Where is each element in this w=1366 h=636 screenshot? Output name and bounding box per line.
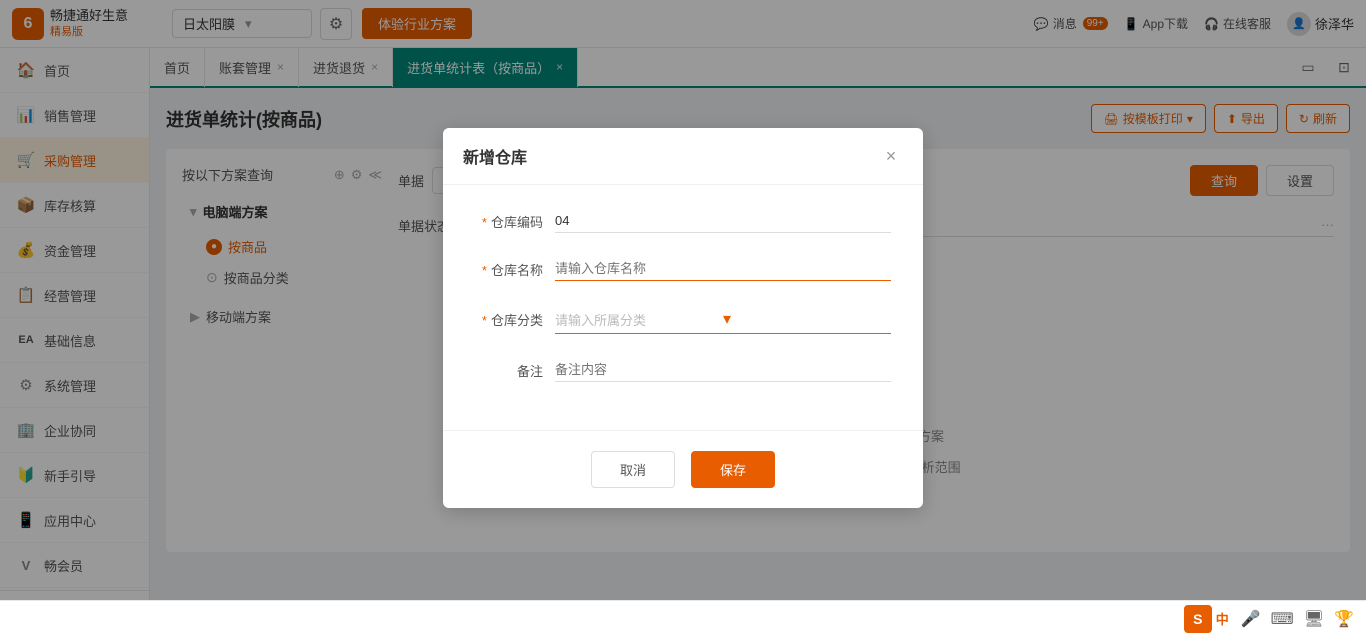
category-label: *仓库分类 [475,310,555,329]
add-warehouse-modal: 新增仓库 × *仓库编码 *仓库名称 *仓库分类 [443,128,923,508]
modal-body: *仓库编码 *仓库名称 *仓库分类 请输入所属分类 ▾ [443,185,923,430]
name-label: *仓库名称 [475,260,555,279]
code-label: *仓库编码 [475,212,555,231]
form-row-category: *仓库分类 请输入所属分类 ▾ [475,305,891,334]
modal-footer: 取消 保存 [443,430,923,508]
modal-header: 新增仓库 × [443,128,923,185]
cancel-btn[interactable]: 取消 [591,451,675,488]
bottom-icons: 🎤 ⌨ 🖥 🏆 [1241,609,1354,629]
mic-icon[interactable]: 🎤 [1241,609,1261,629]
warehouse-note-input[interactable] [555,358,891,382]
trophy-icon[interactable]: 🏆 [1334,609,1354,629]
form-row-code: *仓库编码 [475,209,891,233]
modal-close-btn[interactable]: × [879,144,903,168]
save-btn[interactable]: 保存 [691,451,775,488]
category-dropdown-arrow: ▾ [723,309,891,329]
category-select[interactable]: 请输入所属分类 ▾ [555,305,891,334]
s-brand-icon: S [1184,605,1212,633]
warehouse-name-input[interactable] [555,257,891,281]
keyboard-icon[interactable]: ⌨ [1271,609,1294,629]
brand-label: 中 [1216,609,1229,628]
required-star-cat: * [482,313,487,328]
required-star-name: * [482,263,487,278]
bottom-bar: S 中 🎤 ⌨ 🖥 🏆 [0,600,1366,636]
modal-overlay: 新增仓库 × *仓库编码 *仓库名称 *仓库分类 [0,0,1366,636]
form-row-name: *仓库名称 [475,257,891,281]
modal-title: 新增仓库 [463,144,879,168]
warehouse-code-input[interactable] [555,209,891,233]
display-icon[interactable]: 🖥 [1304,609,1324,629]
bottom-logo: S 中 [1184,605,1229,633]
category-placeholder: 请输入所属分类 [555,310,723,329]
form-row-note: 备注 [475,358,891,382]
required-star-code: * [482,215,487,230]
note-label: 备注 [475,361,555,380]
